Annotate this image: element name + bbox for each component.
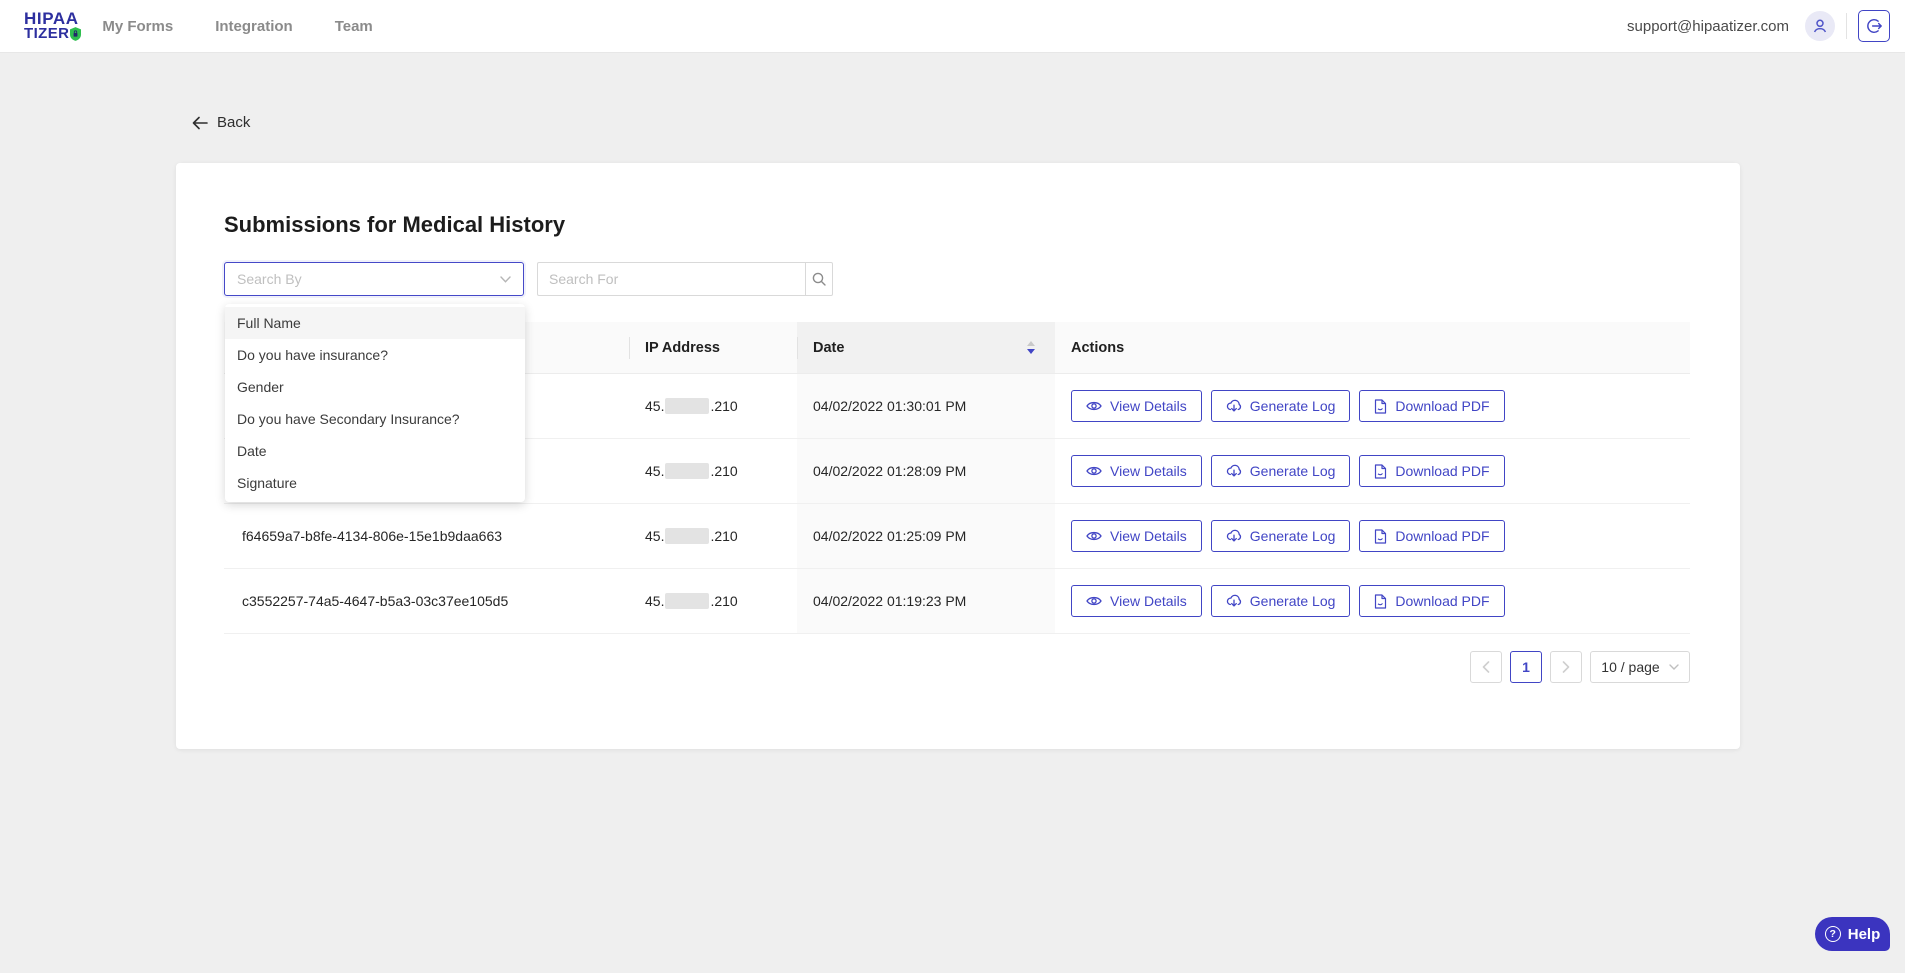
logo-text-bottom: TIZER [24, 26, 82, 41]
search-button[interactable] [805, 262, 833, 296]
ip-address-cell: 45. .210 [645, 463, 738, 479]
cloud-download-icon [1226, 594, 1242, 608]
view-details-button[interactable]: View Details [1071, 455, 1202, 487]
chevron-down-icon [500, 275, 511, 283]
generate-log-button[interactable]: Generate Log [1210, 520, 1351, 552]
pagination-page-1[interactable]: 1 [1510, 651, 1542, 683]
logout-button[interactable] [1858, 10, 1890, 42]
cloud-download-icon [1226, 464, 1242, 478]
top-navbar: HIPAA TIZER My Forms Integration Team su… [0, 0, 1905, 53]
help-button[interactable]: Help [1815, 917, 1890, 951]
pagination-prev-button[interactable] [1470, 651, 1502, 683]
actions-cell: View Details Generate Log Download PDF [1055, 374, 1690, 438]
navbar-divider [1846, 13, 1847, 39]
search-by-dropdown-panel: Full Name Do you have insurance? Gender … [225, 304, 525, 502]
file-pdf-icon [1374, 593, 1387, 609]
date-cell: 04/02/2022 01:19:23 PM [797, 569, 1055, 633]
actions-cell: View Details Generate Log Download PDF [1055, 439, 1690, 503]
dropdown-option-gender[interactable]: Gender [225, 371, 525, 403]
nav-item-my-forms[interactable]: My Forms [102, 18, 173, 35]
chevron-right-icon [1562, 661, 1570, 673]
avatar[interactable] [1805, 11, 1835, 41]
generate-log-button[interactable]: Generate Log [1210, 585, 1351, 617]
cloud-download-icon [1226, 529, 1242, 543]
dropdown-option-date[interactable]: Date [225, 435, 525, 467]
generate-log-button[interactable]: Generate Log [1210, 390, 1351, 422]
page-title: Submissions for Medical History [224, 212, 566, 237]
file-pdf-icon [1374, 463, 1387, 479]
header-ip-address: IP Address [629, 322, 797, 373]
nav-item-team[interactable]: Team [335, 18, 373, 35]
ip-address-cell: 45. .210 [645, 398, 738, 414]
submissions-card: Submissions for Medical History Search B… [176, 163, 1740, 749]
dropdown-option-full-name[interactable]: Full Name [225, 307, 525, 339]
eye-icon [1086, 530, 1102, 542]
dropdown-option-insurance[interactable]: Do you have insurance? [225, 339, 525, 371]
generate-log-button[interactable]: Generate Log [1210, 455, 1351, 487]
app-logo[interactable]: HIPAA TIZER [24, 10, 82, 41]
chevron-left-icon [1482, 661, 1490, 673]
header-actions: Actions [1071, 339, 1125, 356]
header-date-sortable[interactable]: Date [797, 322, 1055, 373]
date-cell: 04/02/2022 01:28:09 PM [797, 439, 1055, 503]
logout-icon [1865, 17, 1883, 35]
ip-redaction [665, 528, 710, 544]
download-pdf-button[interactable]: Download PDF [1359, 520, 1505, 552]
eye-icon [1086, 400, 1102, 412]
view-details-button[interactable]: View Details [1071, 520, 1202, 552]
view-details-button[interactable]: View Details [1071, 390, 1202, 422]
caret-down-icon [1027, 348, 1035, 354]
user-email: support@hipaatizer.com [1627, 17, 1789, 35]
back-link[interactable]: Back [192, 114, 250, 131]
download-pdf-button[interactable]: Download PDF [1359, 455, 1505, 487]
download-pdf-button[interactable]: Download PDF [1359, 390, 1505, 422]
caret-up-icon [1027, 341, 1035, 347]
download-pdf-button[interactable]: Download PDF [1359, 585, 1505, 617]
actions-cell: View Details Generate Log Download PDF [1055, 504, 1690, 568]
arrow-left-icon [192, 116, 208, 130]
submission-id-cell: c3552257-74a5-4647-b5a3-03c37ee105d5 [242, 593, 509, 609]
eye-icon [1086, 595, 1102, 607]
eye-icon [1086, 465, 1102, 477]
date-cell: 04/02/2022 01:25:09 PM [797, 504, 1055, 568]
table-row: f64659a7-b8fe-4134-806e-15e1b9daa663 45.… [224, 504, 1690, 569]
search-for-input[interactable] [537, 262, 805, 296]
chevron-down-icon [1668, 664, 1679, 670]
cloud-download-icon [1226, 399, 1242, 413]
dropdown-option-signature[interactable]: Signature [225, 467, 525, 499]
question-icon [1824, 926, 1841, 942]
dropdown-option-secondary-insurance[interactable]: Do you have Secondary Insurance? [225, 403, 525, 435]
user-icon [1812, 18, 1828, 34]
nav-item-integration[interactable]: Integration [215, 18, 293, 35]
search-by-placeholder: Search By [237, 271, 302, 287]
ip-redaction [665, 463, 710, 479]
page-size-select[interactable]: 10 / page [1590, 651, 1690, 683]
search-by-select[interactable]: Search By [224, 262, 524, 296]
shield-lock-icon [70, 27, 82, 41]
file-pdf-icon [1374, 398, 1387, 414]
file-pdf-icon [1374, 528, 1387, 544]
search-for-group [537, 262, 833, 296]
help-label: Help [1847, 925, 1881, 943]
sort-carets-icon [1027, 341, 1035, 354]
ip-redaction [665, 398, 710, 414]
search-row: Search By [224, 262, 1690, 296]
actions-cell: View Details Generate Log Download PDF [1055, 569, 1690, 633]
search-icon [812, 272, 826, 286]
page-size-value: 10 / page [1601, 659, 1660, 675]
ip-address-cell: 45. .210 [645, 528, 738, 544]
table-row: c3552257-74a5-4647-b5a3-03c37ee105d5 45.… [224, 569, 1690, 634]
ip-redaction [665, 593, 710, 609]
pagination: 1 10 / page [224, 651, 1690, 683]
date-cell: 04/02/2022 01:30:01 PM [797, 374, 1055, 438]
submission-id-cell: f64659a7-b8fe-4134-806e-15e1b9daa663 [242, 528, 503, 544]
back-label: Back [217, 114, 251, 131]
pagination-next-button[interactable] [1550, 651, 1582, 683]
view-details-button[interactable]: View Details [1071, 585, 1202, 617]
ip-address-cell: 45. .210 [645, 593, 738, 609]
